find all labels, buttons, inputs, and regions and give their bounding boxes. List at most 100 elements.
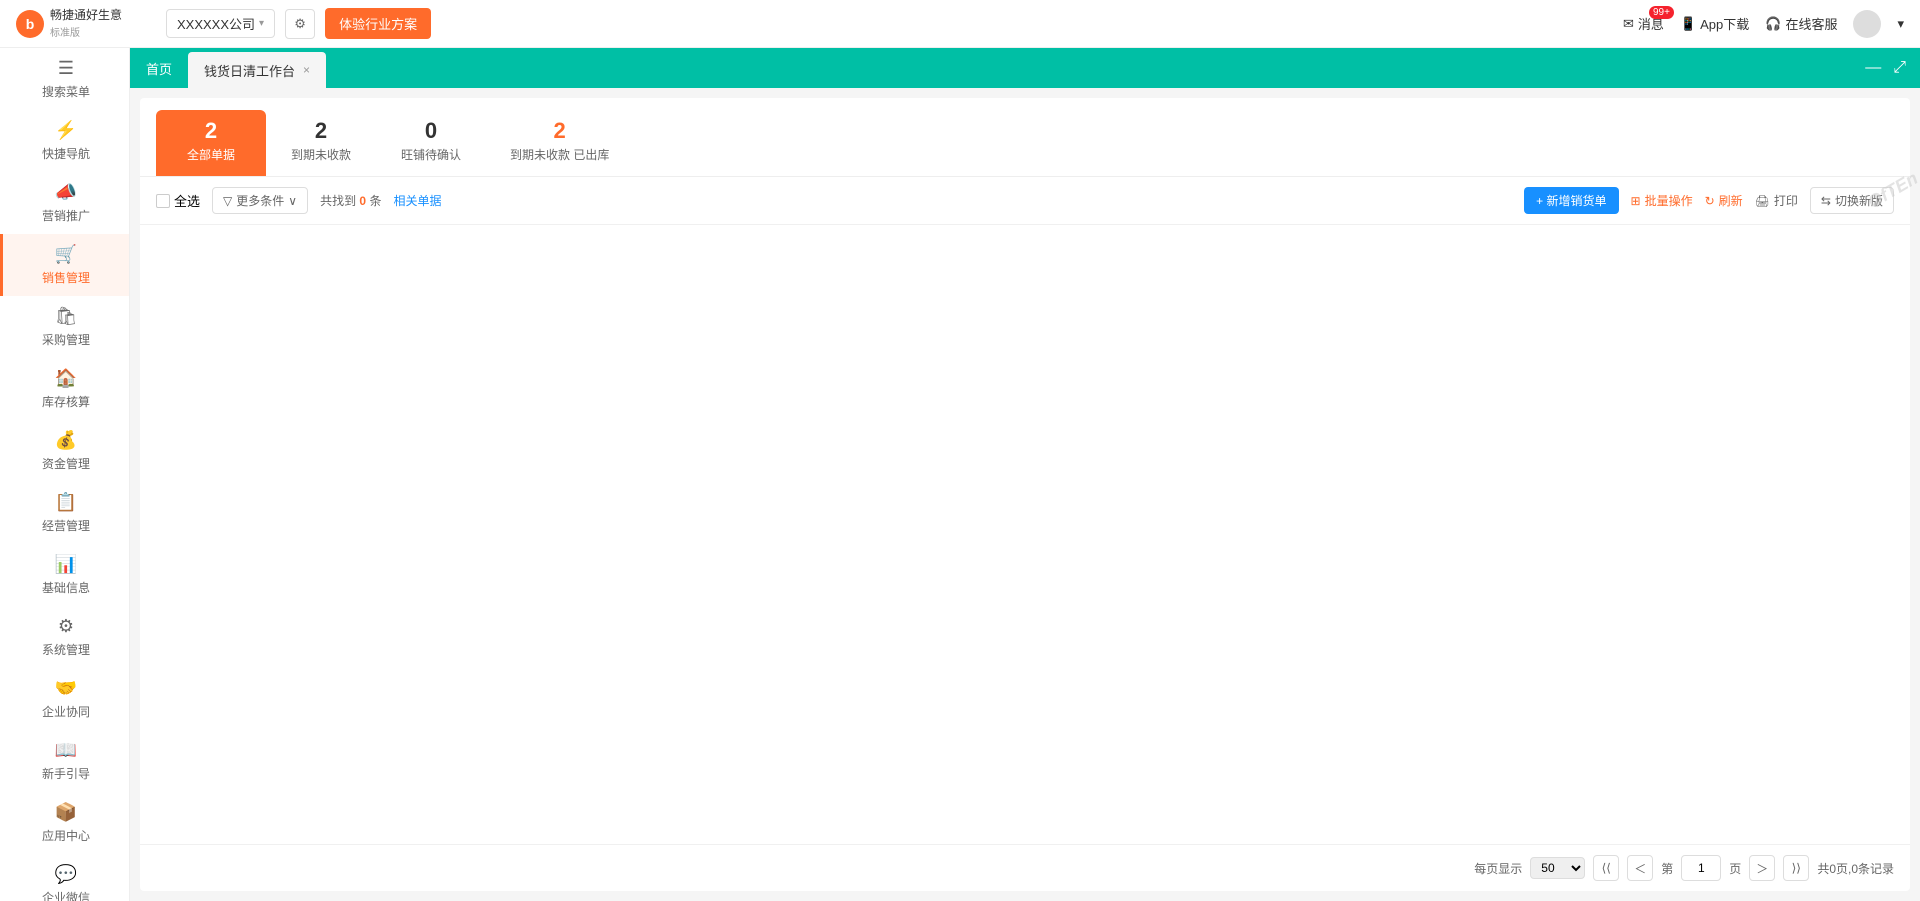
new-order-button[interactable]: + 新增销货单 [1524,187,1618,214]
batch-icon: ⊞ [1631,194,1641,208]
settings-button[interactable]: ⚙ [285,9,315,39]
switch-label: 切换新版 [1835,192,1883,209]
found-text: 共找到 0 条 [320,192,381,209]
sidebar-label-appstore: 应用中心 [42,827,90,844]
sidebar-label-quicknav: 快捷导航 [42,145,90,162]
status-tab-shipped[interactable]: 2 到期未收款 已出库 [486,110,633,176]
maximize-button[interactable]: ⤢ [1889,55,1910,81]
refresh-button[interactable]: ↻ 刷新 [1705,192,1743,209]
status-tabs: 2 全部单据 2 到期未收款 0 旺铺待确认 2 到期未收款 已出库 [140,98,1910,177]
sidebar-item-appstore[interactable]: 📦 应用中心 [0,792,129,854]
sidebar-item-basic-info[interactable]: 📊 基础信息 [0,544,129,606]
tab-bar: 首页 钱货日清工作台 × — ⤢ [130,48,1920,88]
pagination: 每页显示 50 20 100 ⟨⟨ ＜ 第 页 ＞ ⟩⟩ 共0页,0条记录 [140,844,1910,891]
tab-work-bench[interactable]: 钱货日清工作台 × [188,52,326,88]
wechat-icon: 💬 [55,864,77,885]
logo-icon: b [16,10,44,38]
user-menu[interactable]: ▾ [1897,16,1904,32]
minimize-button[interactable]: — [1861,55,1885,81]
sidebar-item-marketing[interactable]: 📣 营销推广 [0,172,129,234]
sidebar-label-wechat: 企业微信 [42,889,90,901]
status-tab-shipped-label: 到期未收款 已出库 [510,146,609,163]
book-icon: 📖 [55,740,77,761]
company-selector[interactable]: XXXXXX公司 ▾ [166,9,275,38]
tab-home-label: 首页 [146,59,172,78]
chevron-down-icon: ▾ [259,18,264,29]
sidebar-item-quicknav[interactable]: ⚡ 快捷导航 [0,110,129,172]
headset-icon: 🎧 [1765,16,1781,32]
batch-button[interactable]: ⊞ 批量操作 [1631,192,1693,209]
chart-icon: 📊 [55,554,77,575]
last-page-button[interactable]: ⟩⟩ [1783,855,1809,881]
next-page-button[interactable]: ＞ [1749,855,1775,881]
table-area [140,225,1910,844]
lightning-icon: ⚡ [55,120,77,141]
sidebar-item-finance[interactable]: 💰 资金管理 [0,420,129,482]
logo-text: 畅捷通好生意 [50,8,122,24]
sidebar-item-search[interactable]: ☰ 搜索菜单 [0,48,129,110]
header-right: ✉ 消息 99+ 📱 App下载 🎧 在线客服 ▾ [1623,10,1904,38]
chevron-down-icon: ∨ [288,194,297,208]
switch-version-button[interactable]: ⇆ 切换新版 [1810,187,1894,214]
print-icon: 🖨 [1755,194,1770,208]
sidebar-item-sales[interactable]: 🛒 销售管理 [0,234,129,296]
sidebar-label-inventory: 库存核算 [42,393,90,410]
sidebar-item-wechat[interactable]: 💬 企业微信 [0,854,129,901]
status-tab-wangpu-label: 旺铺待确认 [401,146,461,163]
select-all-label: 全选 [174,191,200,210]
chevron-down-icon: ▾ [1897,16,1904,32]
settings-icon: ⚙ [58,616,74,637]
page-input[interactable] [1681,855,1721,881]
status-tab-overdue[interactable]: 2 到期未收款 [266,110,376,176]
status-tab-all-label: 全部单据 [187,146,235,163]
select-all-checkbox[interactable]: 全选 [156,191,200,210]
online-service-label: 在线客服 [1785,14,1837,33]
refresh-label: 刷新 [1719,192,1743,209]
box-icon: 📦 [55,802,77,823]
header-center: ⚙ 体验行业方案 [285,8,1623,39]
sidebar-item-guide[interactable]: 📖 新手引导 [0,730,129,792]
found-prefix: 共找到 [320,194,356,208]
per-page-select[interactable]: 50 20 100 [1530,857,1585,879]
sidebar-label-basic-info: 基础信息 [42,579,90,596]
experience-button[interactable]: 体验行业方案 [325,8,431,39]
app-download-label: App下载 [1700,14,1749,33]
sidebar-item-purchase[interactable]: 🛍 采购管理 [0,296,129,358]
print-button[interactable]: 🖨 打印 [1755,192,1798,209]
sidebar-item-enterprise[interactable]: 🤝 企业协同 [0,668,129,730]
related-link[interactable]: 相关单据 [393,192,441,209]
status-tab-all[interactable]: 2 全部单据 [156,110,266,176]
status-tab-wangpu[interactable]: 0 旺铺待确认 [376,110,486,176]
sidebar-label-finance: 资金管理 [42,455,90,472]
close-icon[interactable]: × [303,63,310,77]
app-download-button[interactable]: 📱 App下载 [1680,14,1749,33]
sidebar-label-marketing: 营销推广 [42,207,90,224]
page-label: 第 [1661,860,1673,877]
status-tab-shipped-count: 2 [554,118,566,144]
sidebar-item-system[interactable]: ⚙ 系统管理 [0,606,129,668]
money-icon: 💰 [55,430,77,451]
sidebar-label-sales: 销售管理 [42,269,90,286]
status-tab-overdue-count: 2 [315,118,327,144]
megaphone-icon: 📣 [55,182,77,203]
sidebar-item-inventory[interactable]: 🏠 库存核算 [0,358,129,420]
refresh-icon: ↻ [1705,194,1715,208]
sidebar-label-operations: 经营管理 [42,517,90,534]
bag-icon: 🛍 [55,306,78,327]
first-page-button[interactable]: ⟨⟨ [1593,855,1619,881]
sidebar: ☰ 搜索菜单 ⚡ 快捷导航 📣 营销推广 🛒 销售管理 🛍 采购管理 🏠 库存核… [0,48,130,901]
logo-sub: 标准版 [50,24,122,39]
tab-workbench-label: 钱货日清工作台 [204,61,295,80]
tab-home[interactable]: 首页 [130,48,188,88]
content-inner: 2 全部单据 2 到期未收款 0 旺铺待确认 2 到期未收款 已出库 全选 [140,98,1910,891]
sidebar-label-purchase: 采购管理 [42,331,90,348]
avatar[interactable] [1853,10,1881,38]
status-tab-all-count: 2 [205,118,217,144]
message-button[interactable]: ✉ 消息 99+ [1623,14,1664,33]
print-label: 打印 [1774,192,1798,209]
sidebar-item-operations[interactable]: 📋 经营管理 [0,482,129,544]
filter-button[interactable]: ▽ 更多条件 ∨ [212,187,308,214]
online-service-button[interactable]: 🎧 在线客服 [1765,14,1837,33]
status-tab-wangpu-count: 0 [425,118,437,144]
prev-page-button[interactable]: ＜ [1627,855,1653,881]
